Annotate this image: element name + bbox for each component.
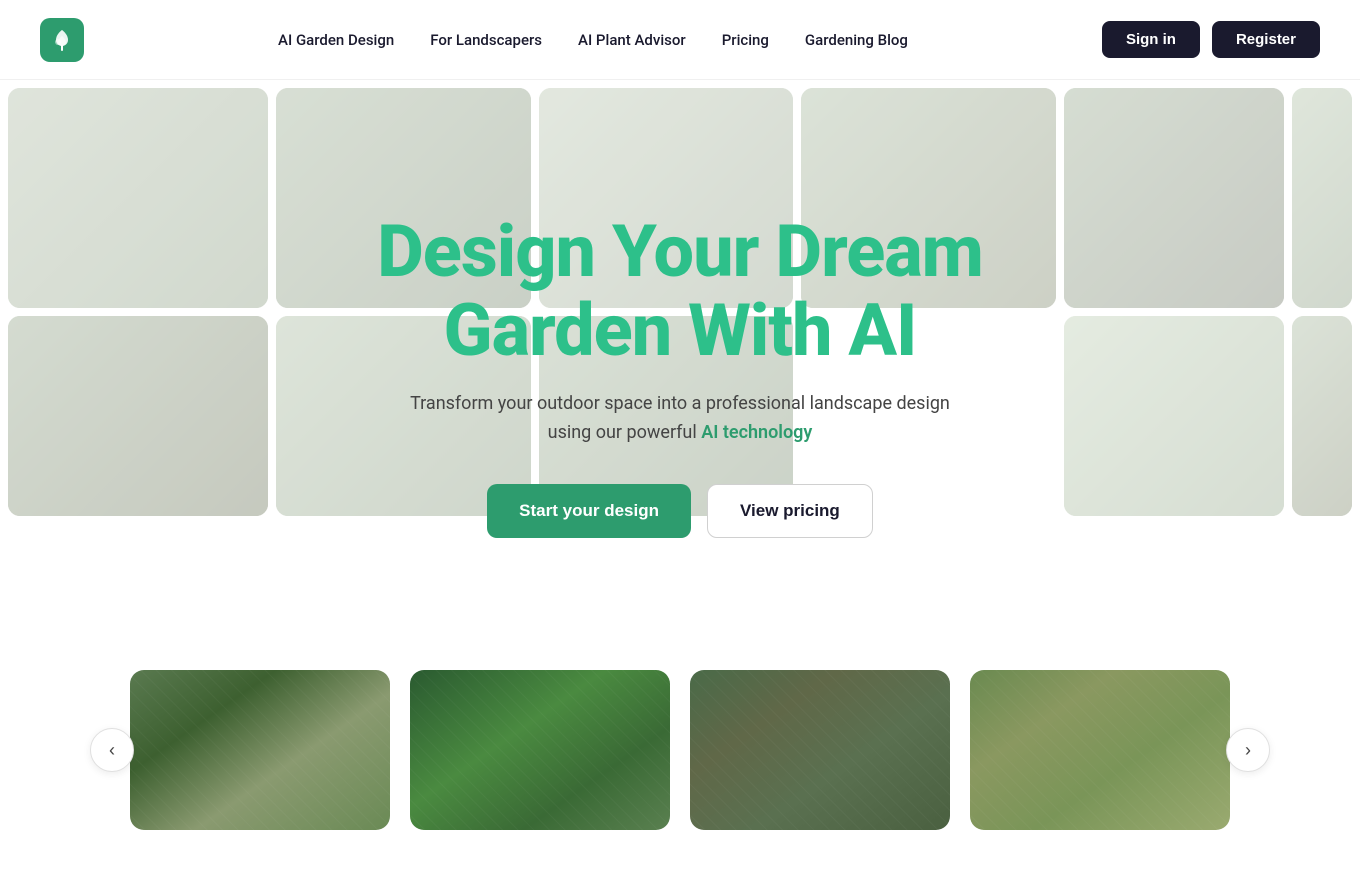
register-button[interactable]: Register — [1212, 21, 1320, 58]
bg-image-6 — [1292, 88, 1352, 308]
hero-title-line2: Garden With AI — [444, 288, 917, 373]
start-design-button[interactable]: Start your design — [487, 484, 691, 538]
hero-title-line1: Design Your Dream — [377, 209, 983, 294]
bg-image-11 — [1292, 316, 1352, 516]
nav-buttons: Sign in Register — [1102, 21, 1320, 58]
hero-buttons: Start your design View pricing — [377, 484, 983, 538]
nav-ai-garden-design[interactable]: AI Garden Design — [278, 31, 394, 49]
bg-image-10 — [1064, 316, 1284, 516]
nav-links: AI Garden Design For Landscapers AI Plan… — [278, 31, 908, 49]
bg-image-7 — [8, 316, 268, 516]
nav-pricing[interactable]: Pricing — [722, 31, 769, 49]
nav-gardening-blog[interactable]: Gardening Blog — [805, 31, 908, 49]
logo[interactable] — [40, 18, 84, 62]
hero-subtitle-link[interactable]: AI technology — [701, 422, 812, 443]
carousel-next-button[interactable]: › — [1226, 728, 1270, 772]
nav-for-landscapers[interactable]: For Landscapers — [430, 31, 542, 49]
hero-content: Design Your Dream Garden With AI Transfo… — [357, 152, 1003, 578]
carousel-card-4 — [970, 670, 1230, 830]
bg-image-1 — [8, 88, 268, 308]
bg-image-5 — [1064, 88, 1284, 308]
hero-subtitle: Transform your outdoor space into a prof… — [390, 390, 970, 448]
carousel-track — [130, 670, 1230, 830]
hero-section: Design Your Dream Garden With AI Transfo… — [0, 80, 1360, 650]
main-nav: AI Garden Design For Landscapers AI Plan… — [0, 0, 1360, 80]
signin-button[interactable]: Sign in — [1102, 21, 1200, 58]
view-pricing-button[interactable]: View pricing — [707, 484, 873, 538]
carousel-card-3 — [690, 670, 950, 830]
carousel-card-1 — [130, 670, 390, 830]
hero-title: Design Your Dream Garden With AI — [377, 212, 983, 370]
carousel-prev-button[interactable]: ‹ — [90, 728, 134, 772]
hero-subtitle-text: Transform your outdoor space into a prof… — [410, 393, 950, 443]
logo-icon — [40, 18, 84, 62]
carousel-card-2 — [410, 670, 670, 830]
carousel-section: ‹ › — [0, 650, 1360, 870]
nav-ai-plant-advisor[interactable]: AI Plant Advisor — [578, 31, 686, 49]
